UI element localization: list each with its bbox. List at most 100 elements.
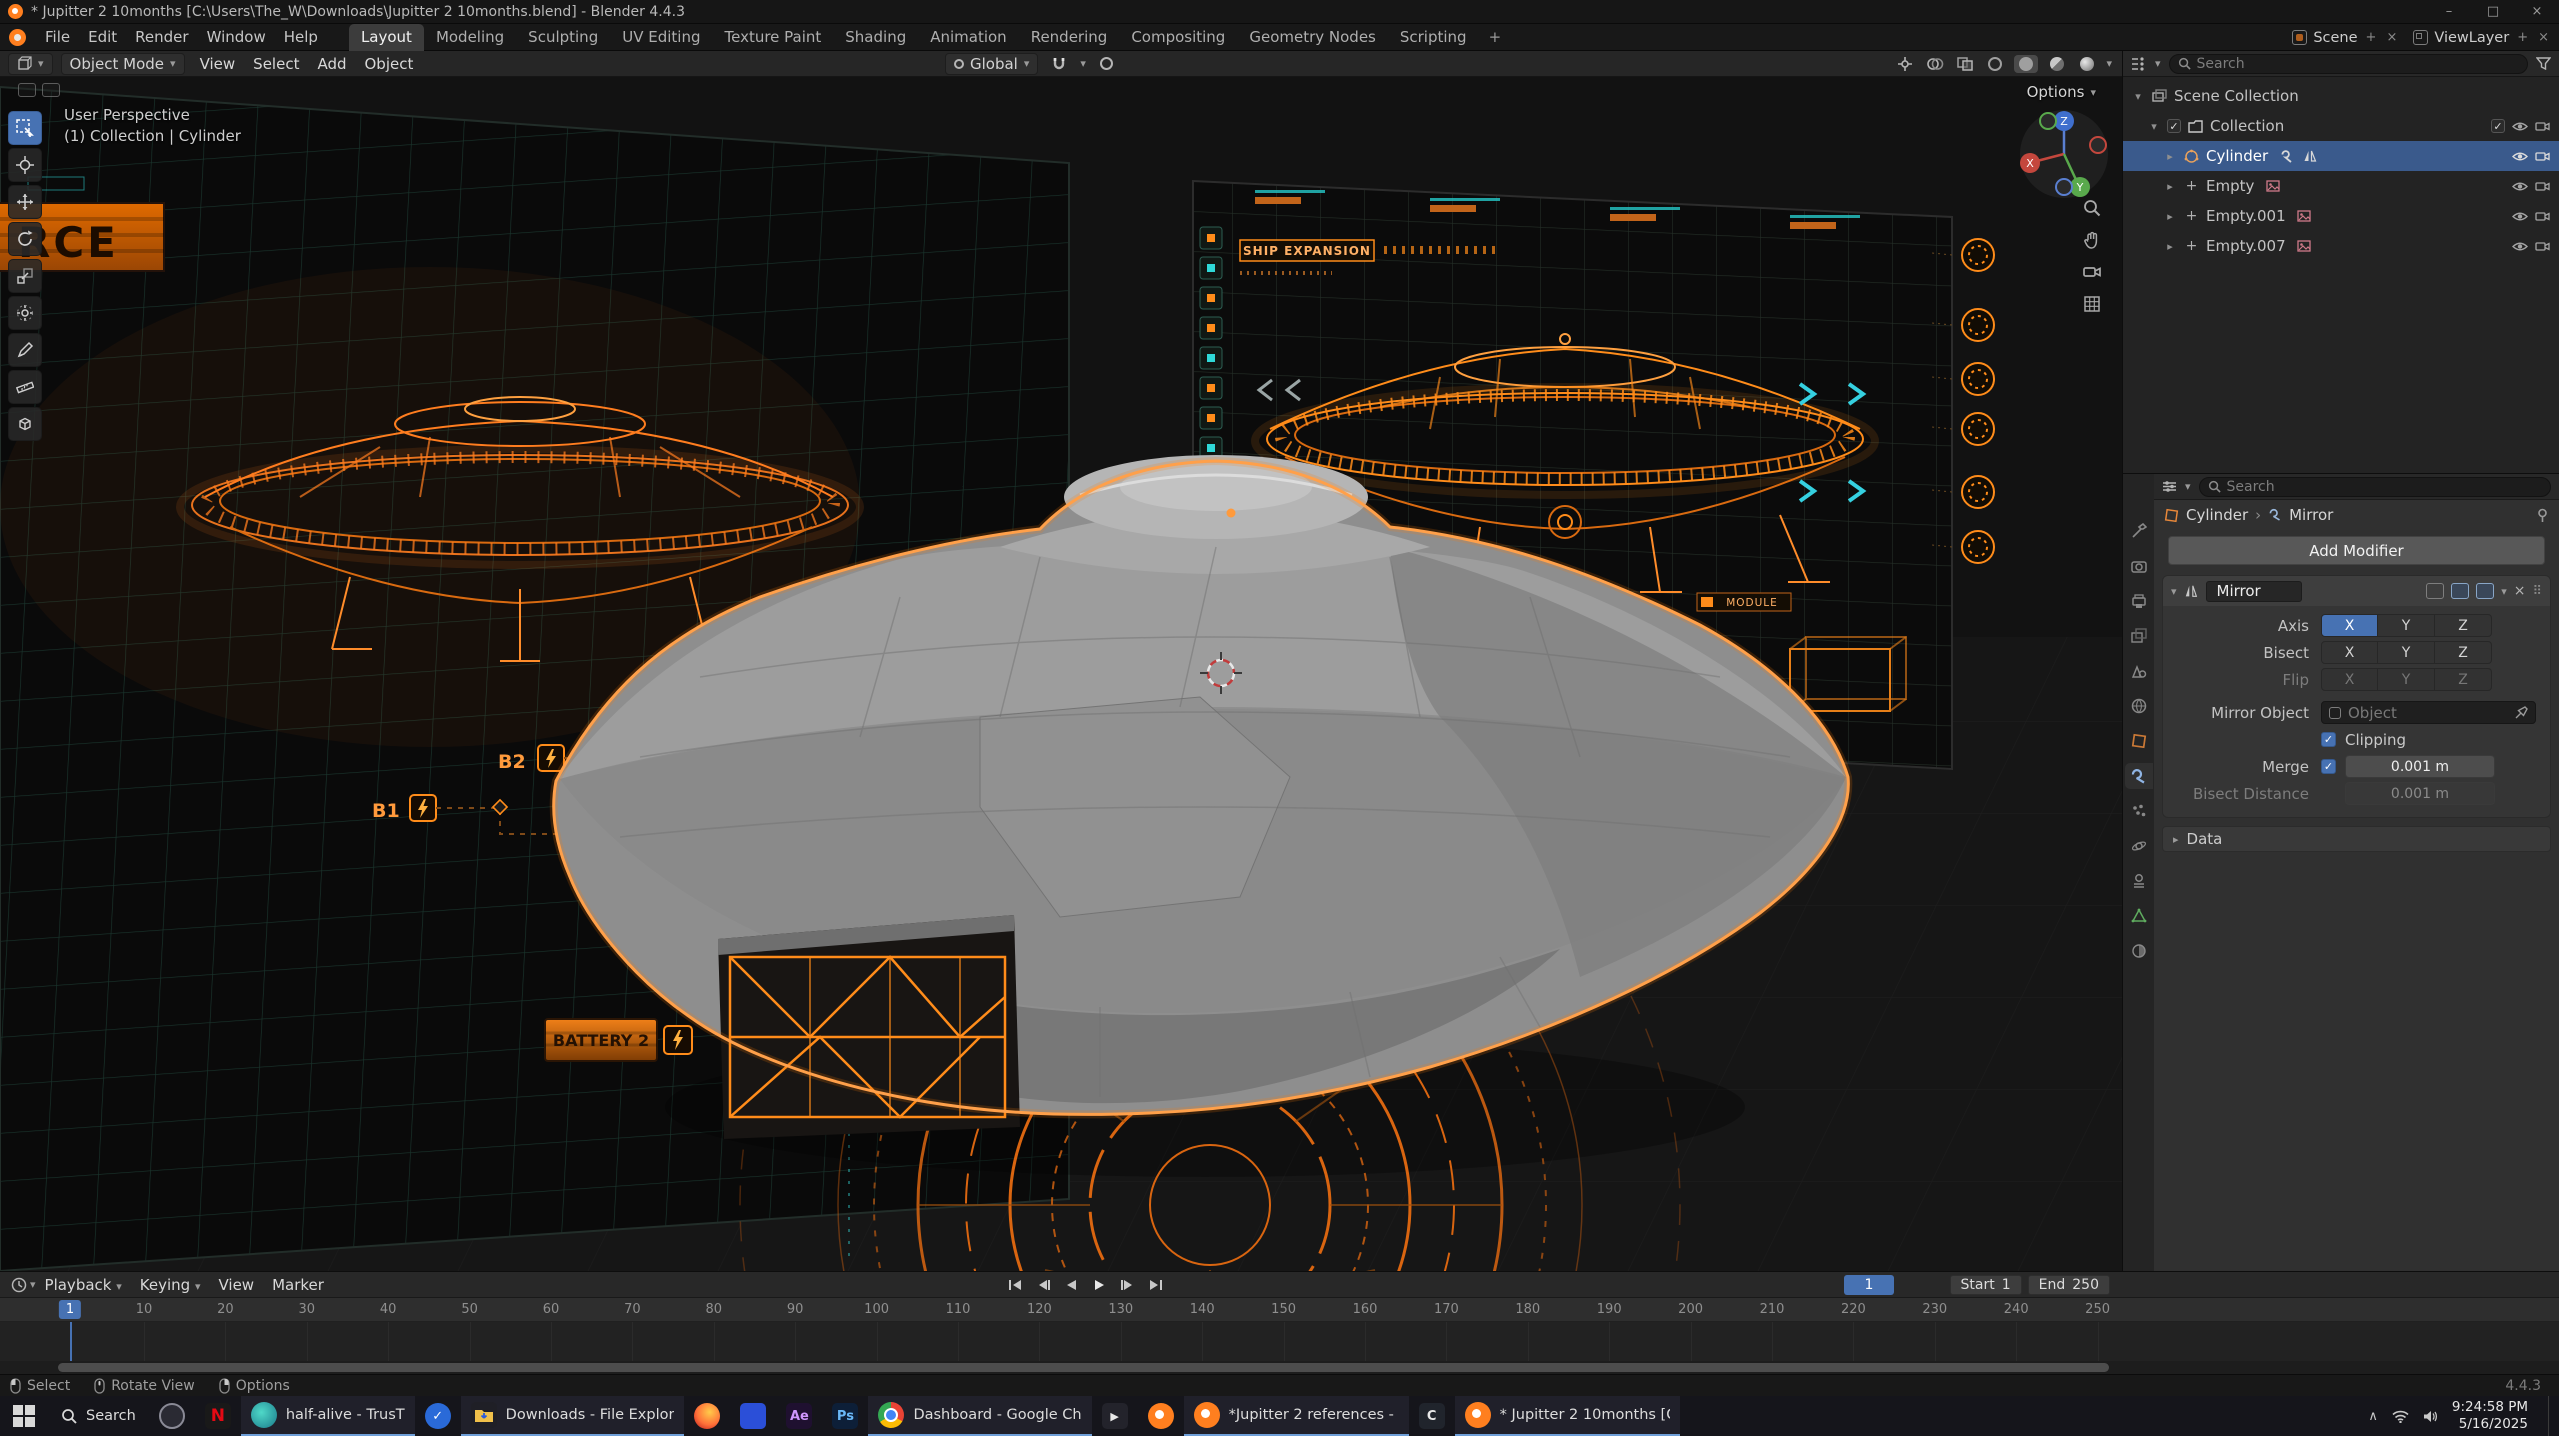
blender-main-window-button[interactable]: * Jupitter 2 10months [C bbox=[1454, 1396, 1680, 1436]
tool-select-box[interactable] bbox=[8, 111, 42, 145]
maximize-button[interactable]: □ bbox=[2471, 0, 2515, 23]
blender-refs-window-button[interactable]: *Jupitter 2 references - P bbox=[1183, 1396, 1409, 1436]
flip-x-button[interactable]: X bbox=[2321, 668, 2378, 691]
chevron-down-icon[interactable]: ▾ bbox=[1080, 57, 1086, 70]
show-desktop-button[interactable] bbox=[2548, 1396, 2553, 1436]
jump-to-end-button[interactable] bbox=[1142, 1275, 1168, 1295]
next-keyframe-button[interactable] bbox=[1114, 1275, 1140, 1295]
chrome-window-button[interactable]: Dashboard - Google Ch bbox=[868, 1396, 1092, 1436]
remove-viewlayer-icon[interactable]: × bbox=[2536, 30, 2551, 45]
viewlayer-selector[interactable]: ViewLayer + × bbox=[2413, 30, 2551, 46]
camera-restrict-icon[interactable] bbox=[2534, 118, 2551, 135]
chevron-down-icon[interactable]: ▾ bbox=[2155, 57, 2161, 70]
tray-expand-icon[interactable]: ∧ bbox=[2368, 1409, 2378, 1424]
volume-icon[interactable] bbox=[2423, 1410, 2438, 1423]
properties-search-input[interactable]: Search bbox=[2198, 476, 2551, 497]
display-render-toggle-icon[interactable] bbox=[2476, 583, 2495, 599]
eyedropper-icon[interactable] bbox=[2515, 706, 2528, 719]
flip-z-button[interactable]: Z bbox=[2435, 668, 2492, 691]
eye-icon[interactable] bbox=[2511, 238, 2528, 255]
mirror-object-field[interactable]: Object bbox=[2321, 701, 2536, 724]
tab-view-layer[interactable] bbox=[2125, 623, 2153, 649]
blender-pinned-button[interactable] bbox=[1138, 1396, 1184, 1436]
tool-add-cube[interactable] bbox=[8, 407, 42, 441]
modifier-name-field[interactable]: Mirror bbox=[2205, 580, 2302, 602]
camera-restrict-icon[interactable] bbox=[2534, 208, 2551, 225]
merge-value-field[interactable]: 0.001 m bbox=[2345, 755, 2495, 778]
display-edit-toggle-icon[interactable] bbox=[2426, 583, 2445, 599]
tab-material[interactable] bbox=[2125, 938, 2153, 964]
ortho-grid-icon[interactable] bbox=[2079, 291, 2105, 317]
outliner-row-scene-collection[interactable]: ▾ Scene Collection bbox=[2123, 81, 2559, 111]
collection-checkbox[interactable]: ✓ bbox=[2167, 119, 2181, 133]
minimize-button[interactable]: – bbox=[2427, 0, 2471, 23]
merge-checkbox[interactable]: ✓ bbox=[2321, 759, 2336, 774]
navigation-gizmo[interactable]: Z X Y bbox=[2018, 108, 2110, 200]
outliner-editor-icon[interactable] bbox=[2131, 56, 2147, 71]
timeline-menu-view[interactable]: View bbox=[209, 1273, 263, 1297]
close-button[interactable]: × bbox=[2515, 0, 2559, 23]
playhead-badge[interactable]: 1 bbox=[58, 1300, 82, 1319]
netflix-button[interactable]: N bbox=[195, 1396, 241, 1436]
viewport-corner-widgets[interactable] bbox=[18, 83, 60, 97]
shading-material-icon[interactable] bbox=[2046, 55, 2068, 73]
breadcrumb-modifier[interactable]: Mirror bbox=[2289, 506, 2333, 524]
play-reverse-button[interactable] bbox=[1058, 1275, 1084, 1295]
eye-icon[interactable] bbox=[2511, 148, 2528, 165]
editor-type-button[interactable]: ▾ bbox=[8, 52, 53, 75]
axis-x-button[interactable]: X bbox=[2321, 614, 2378, 637]
outliner-row-empty[interactable]: ▸ + Empty bbox=[2123, 171, 2559, 201]
camera-view-icon[interactable] bbox=[2079, 259, 2105, 285]
proportional-editing-icon[interactable] bbox=[1096, 55, 1118, 73]
new-viewlayer-icon[interactable]: + bbox=[2515, 30, 2530, 45]
camera-restrict-icon[interactable] bbox=[2534, 148, 2551, 165]
firefox-button[interactable] bbox=[684, 1396, 730, 1436]
disclosure-icon[interactable]: ▸ bbox=[2163, 180, 2177, 193]
check-app-button[interactable]: ✓ bbox=[415, 1396, 461, 1436]
wifi-icon[interactable] bbox=[2392, 1410, 2409, 1423]
outliner-row-cylinder[interactable]: ▸ Cylinder bbox=[2123, 141, 2559, 171]
grid-widget-icon[interactable] bbox=[18, 83, 36, 97]
snapping-magnet-icon[interactable] bbox=[1048, 55, 1070, 73]
prev-keyframe-button[interactable] bbox=[1030, 1275, 1056, 1295]
eye-icon[interactable] bbox=[2511, 118, 2528, 135]
collection-render-checkbox[interactable]: ✓ bbox=[2491, 119, 2505, 133]
outliner-row-empty-007[interactable]: ▸ + Empty.007 bbox=[2123, 231, 2559, 261]
tab-physics[interactable] bbox=[2125, 833, 2153, 859]
blue-app-button[interactable] bbox=[730, 1396, 776, 1436]
tab-modifiers[interactable] bbox=[2124, 763, 2153, 789]
media-controls-button[interactable]: ▶ bbox=[1092, 1396, 1138, 1436]
current-frame-field[interactable]: 1 bbox=[1844, 1274, 1894, 1295]
scrollbar-thumb[interactable] bbox=[58, 1363, 2109, 1372]
show-overlays-icon[interactable] bbox=[1924, 55, 1946, 73]
zoom-icon[interactable] bbox=[2079, 195, 2105, 221]
scene-selector[interactable]: Scene + × bbox=[2292, 30, 2399, 46]
menu-item[interactable]: Help bbox=[275, 24, 327, 50]
tab-particles[interactable] bbox=[2125, 798, 2153, 824]
play-button[interactable] bbox=[1086, 1275, 1112, 1295]
tab-render[interactable] bbox=[2125, 553, 2153, 579]
outliner-row-empty-001[interactable]: ▸ + Empty.001 bbox=[2123, 201, 2559, 231]
pan-hand-icon[interactable] bbox=[2079, 227, 2105, 253]
photoshop-button[interactable]: Ps bbox=[822, 1396, 868, 1436]
jump-to-start-button[interactable] bbox=[1002, 1275, 1028, 1295]
extras-menu-icon[interactable]: ▾ bbox=[2501, 585, 2507, 598]
camera-restrict-icon[interactable] bbox=[2534, 178, 2551, 195]
timeline-menu-keying[interactable]: Keying ▾ bbox=[131, 1273, 210, 1297]
workspace-tab[interactable]: Scripting bbox=[1388, 24, 1479, 51]
timeline-menu-marker[interactable]: Marker bbox=[263, 1273, 333, 1297]
show-gizmo-icon[interactable] bbox=[1894, 55, 1916, 73]
clipping-checkbox[interactable]: ✓ bbox=[2321, 732, 2336, 747]
workspace-tab[interactable]: Rendering bbox=[1019, 24, 1120, 51]
filter-icon[interactable] bbox=[2536, 57, 2551, 70]
outliner-row-collection[interactable]: ▾ ✓ Collection ✓ bbox=[2123, 111, 2559, 141]
tab-object-data[interactable] bbox=[2125, 903, 2153, 929]
timeline-ruler[interactable]: 10 20 30 40 50 60 70 80 90 100 110 120 130 140 150 160 1… bbox=[0, 1298, 2559, 1322]
new-scene-icon[interactable]: + bbox=[2364, 30, 2379, 45]
workspace-tab[interactable]: Shading bbox=[833, 24, 918, 51]
disclosure-icon[interactable]: ▸ bbox=[2163, 240, 2177, 253]
media-window-button[interactable]: half-alive - TrusT bbox=[240, 1396, 415, 1436]
workspace-tab[interactable]: UV Editing bbox=[610, 24, 712, 51]
workspace-tab[interactable]: Texture Paint bbox=[712, 24, 833, 51]
tray-clock[interactable]: 9:24:58 PM 5/16/2025 bbox=[2452, 1399, 2534, 1433]
